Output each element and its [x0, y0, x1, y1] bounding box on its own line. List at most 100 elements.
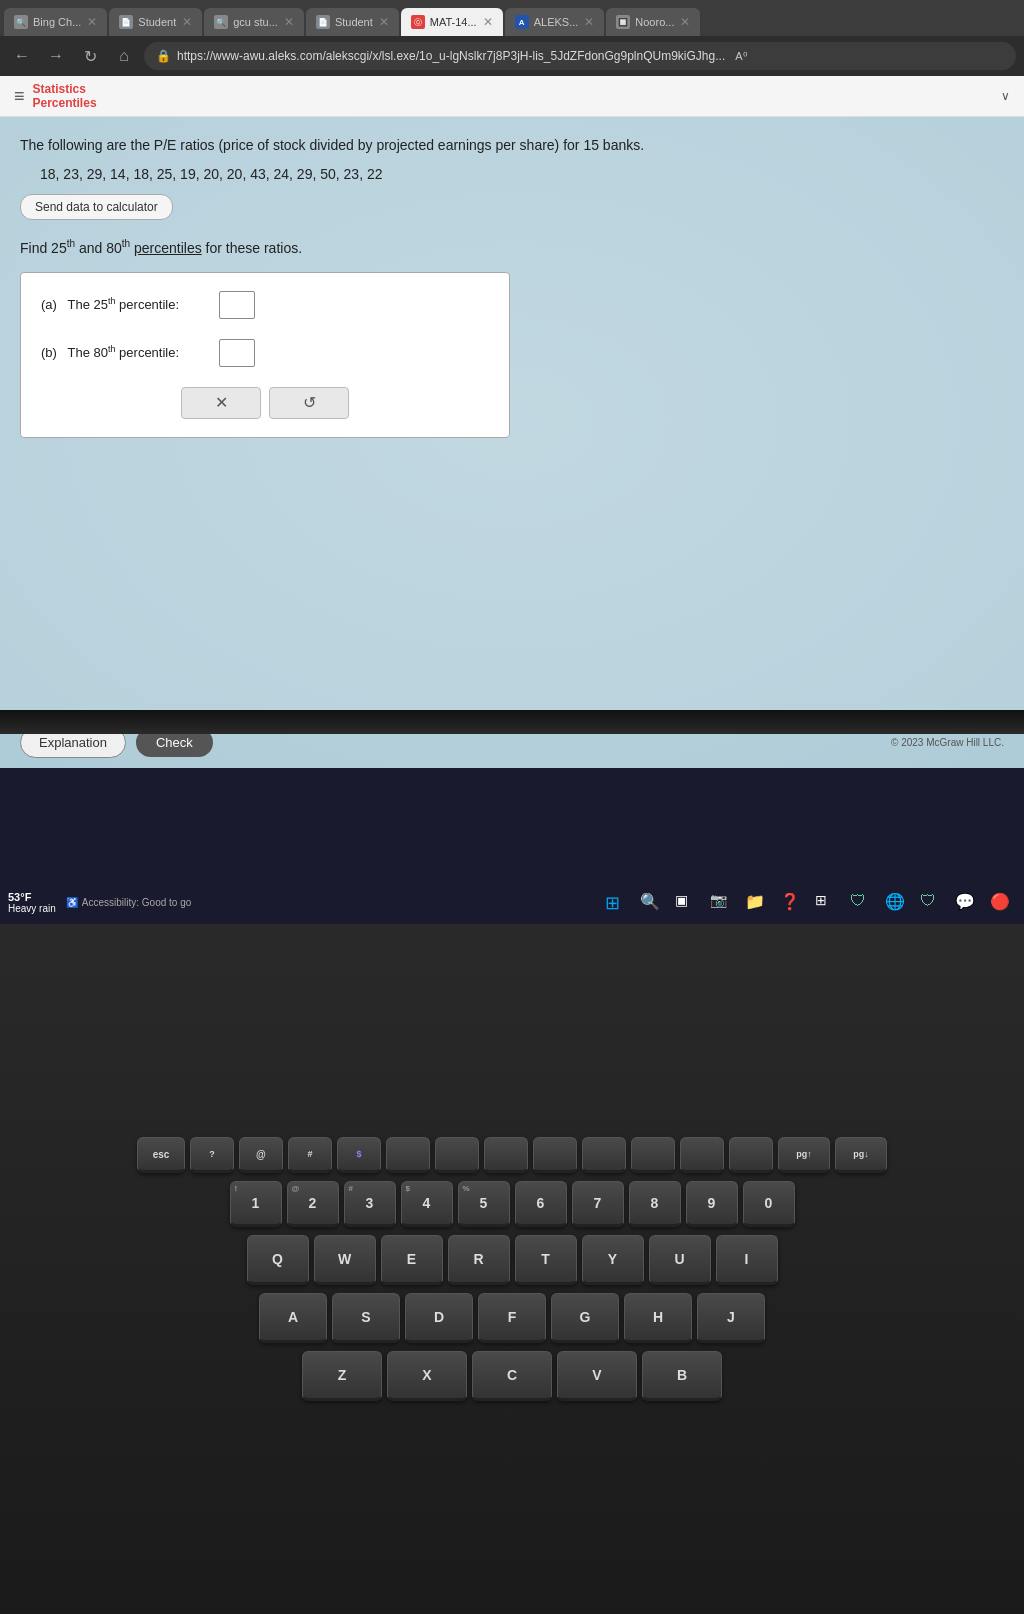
- chat-taskbar-icon[interactable]: 💬: [949, 886, 981, 918]
- antivirus-taskbar-icon[interactable]: 🛡: [914, 886, 946, 918]
- key-b[interactable]: B: [642, 1351, 722, 1401]
- key-t[interactable]: T: [515, 1235, 577, 1285]
- tab-close-student2[interactable]: ✕: [379, 15, 389, 29]
- taskview-icon[interactable]: ▣: [669, 886, 701, 918]
- apps-taskbar-icon[interactable]: ⊞: [809, 886, 841, 918]
- key-a[interactable]: A: [259, 1293, 327, 1343]
- x-icon: ✕: [215, 393, 228, 412]
- key-0[interactable]: 0: [743, 1181, 795, 1227]
- key-x[interactable]: X: [387, 1351, 467, 1401]
- folder-taskbar-icon[interactable]: 📁: [739, 886, 771, 918]
- help-taskbar-icon[interactable]: ❓: [774, 886, 806, 918]
- accessibility-label: Accessibility: Good to go: [82, 897, 192, 908]
- key-j[interactable]: J: [697, 1293, 765, 1343]
- tab-student1[interactable]: 📄 Student ✕: [109, 8, 202, 36]
- tab-bing[interactable]: 🔍 Bing Ch... ✕: [4, 8, 107, 36]
- undo-button[interactable]: ↺: [269, 387, 349, 419]
- key-v[interactable]: V: [557, 1351, 637, 1401]
- key-h[interactable]: H: [624, 1293, 692, 1343]
- tab-close-aleks[interactable]: ✕: [584, 15, 594, 29]
- key-y[interactable]: Y: [582, 1235, 644, 1285]
- key-w[interactable]: W: [314, 1235, 376, 1285]
- key-f4[interactable]: $: [337, 1137, 381, 1173]
- tab-close-mat[interactable]: ✕: [483, 15, 493, 29]
- edge-taskbar-icon[interactable]: 🌐: [879, 886, 911, 918]
- weather-condition: Heavy rain: [8, 903, 56, 914]
- tab-favicon-mat: ⓪: [411, 15, 425, 29]
- key-i[interactable]: I: [716, 1235, 778, 1285]
- key-f10[interactable]: [631, 1137, 675, 1173]
- tab-close-nooro[interactable]: ✕: [680, 15, 690, 29]
- key-9[interactable]: 9: [686, 1181, 738, 1227]
- forward-button[interactable]: →: [42, 42, 70, 70]
- key-f9[interactable]: [582, 1137, 626, 1173]
- tab-student2[interactable]: 📄 Student ✕: [306, 8, 399, 36]
- tab-mat[interactable]: ⓪ MAT-14... ✕: [401, 8, 503, 36]
- chevron-down-icon[interactable]: ∨: [1001, 89, 1010, 103]
- windows-start-icon[interactable]: ⊞: [599, 886, 631, 918]
- key-f6[interactable]: [435, 1137, 479, 1173]
- key-c[interactable]: C: [472, 1351, 552, 1401]
- key-f8[interactable]: [533, 1137, 577, 1173]
- key-pgdn[interactable]: pg↓: [835, 1137, 887, 1173]
- weather-widget: 53°F Heavy rain: [8, 891, 56, 914]
- home-button[interactable]: ⌂: [110, 42, 138, 70]
- accessibility-icon: ♿: [66, 897, 78, 908]
- tab-nooro[interactable]: 🔲 Nooro... ✕: [606, 8, 700, 36]
- part-b-input[interactable]: [219, 339, 255, 367]
- camera-taskbar-icon[interactable]: 📷: [704, 886, 736, 918]
- key-u[interactable]: U: [649, 1235, 711, 1285]
- shield-taskbar-icon[interactable]: 🛡: [844, 886, 876, 918]
- part-b-label: (b) The 80th percentile:: [41, 344, 211, 360]
- hamburger-icon[interactable]: ≡: [14, 86, 25, 107]
- address-bar: ← → ↻ ⌂ 🔒 https://www-awu.aleks.com/alek…: [0, 36, 1024, 76]
- search-taskbar-icon[interactable]: 🔍: [634, 886, 666, 918]
- record-taskbar-icon[interactable]: 🔴: [984, 886, 1016, 918]
- key-3[interactable]: #3: [344, 1181, 396, 1227]
- key-f7[interactable]: [484, 1137, 528, 1173]
- tab-close-student1[interactable]: ✕: [182, 15, 192, 29]
- key-f3[interactable]: #: [288, 1137, 332, 1173]
- key-d[interactable]: D: [405, 1293, 473, 1343]
- tab-favicon-nooro: 🔲: [616, 15, 630, 29]
- back-button[interactable]: ←: [8, 42, 36, 70]
- key-z[interactable]: Z: [302, 1351, 382, 1401]
- part-a-input[interactable]: [219, 291, 255, 319]
- key-e[interactable]: E: [381, 1235, 443, 1285]
- tab-close-gcu[interactable]: ✕: [284, 15, 294, 29]
- key-s[interactable]: S: [332, 1293, 400, 1343]
- keyboard-area: esc ? @ # $ pg↑ pg↓ !1 @2 #3 $4 %5 6 7: [0, 924, 1024, 1614]
- refresh-button[interactable]: ↻: [76, 42, 104, 70]
- key-q[interactable]: Q: [247, 1235, 309, 1285]
- url-bar[interactable]: 🔒 https://www-awu.aleks.com/alekscgi/x/l…: [144, 42, 1016, 70]
- key-2[interactable]: @2: [287, 1181, 339, 1227]
- send-data-button[interactable]: Send data to calculator: [20, 194, 173, 220]
- key-7[interactable]: 7: [572, 1181, 624, 1227]
- key-6[interactable]: 6: [515, 1181, 567, 1227]
- problem-area: The following are the P/E ratios (price …: [0, 117, 1024, 717]
- key-f5[interactable]: [386, 1137, 430, 1173]
- tab-bar: 🔍 Bing Ch... ✕ 📄 Student ✕ 🔍 gcu stu... …: [0, 0, 1024, 36]
- key-g[interactable]: G: [551, 1293, 619, 1343]
- key-esc[interactable]: esc: [137, 1137, 185, 1173]
- tab-aleks[interactable]: A ALEKS... ✕: [505, 8, 605, 36]
- tab-close-bing[interactable]: ✕: [87, 15, 97, 29]
- key-f11[interactable]: [680, 1137, 724, 1173]
- keyboard-row-numbers: !1 @2 #3 $4 %5 6 7 8 9 0: [230, 1181, 795, 1227]
- key-5[interactable]: %5: [458, 1181, 510, 1227]
- key-f2[interactable]: @: [239, 1137, 283, 1173]
- key-8[interactable]: 8: [629, 1181, 681, 1227]
- tab-favicon-gcu: 🔍: [214, 15, 228, 29]
- key-1[interactable]: !1: [230, 1181, 282, 1227]
- answer-box: (a) The 25th percentile: (b) The 80th pe…: [20, 272, 510, 438]
- key-f1[interactable]: ?: [190, 1137, 234, 1173]
- key-4[interactable]: $4: [401, 1181, 453, 1227]
- key-f[interactable]: F: [478, 1293, 546, 1343]
- key-f12[interactable]: [729, 1137, 773, 1173]
- tab-gcu[interactable]: 🔍 gcu stu... ✕: [204, 8, 304, 36]
- clear-button[interactable]: ✕: [181, 387, 261, 419]
- key-pgup[interactable]: pg↑: [778, 1137, 830, 1173]
- keyboard-row-func: esc ? @ # $ pg↑ pg↓: [137, 1137, 887, 1173]
- temperature: 53°F: [8, 891, 56, 903]
- key-r[interactable]: R: [448, 1235, 510, 1285]
